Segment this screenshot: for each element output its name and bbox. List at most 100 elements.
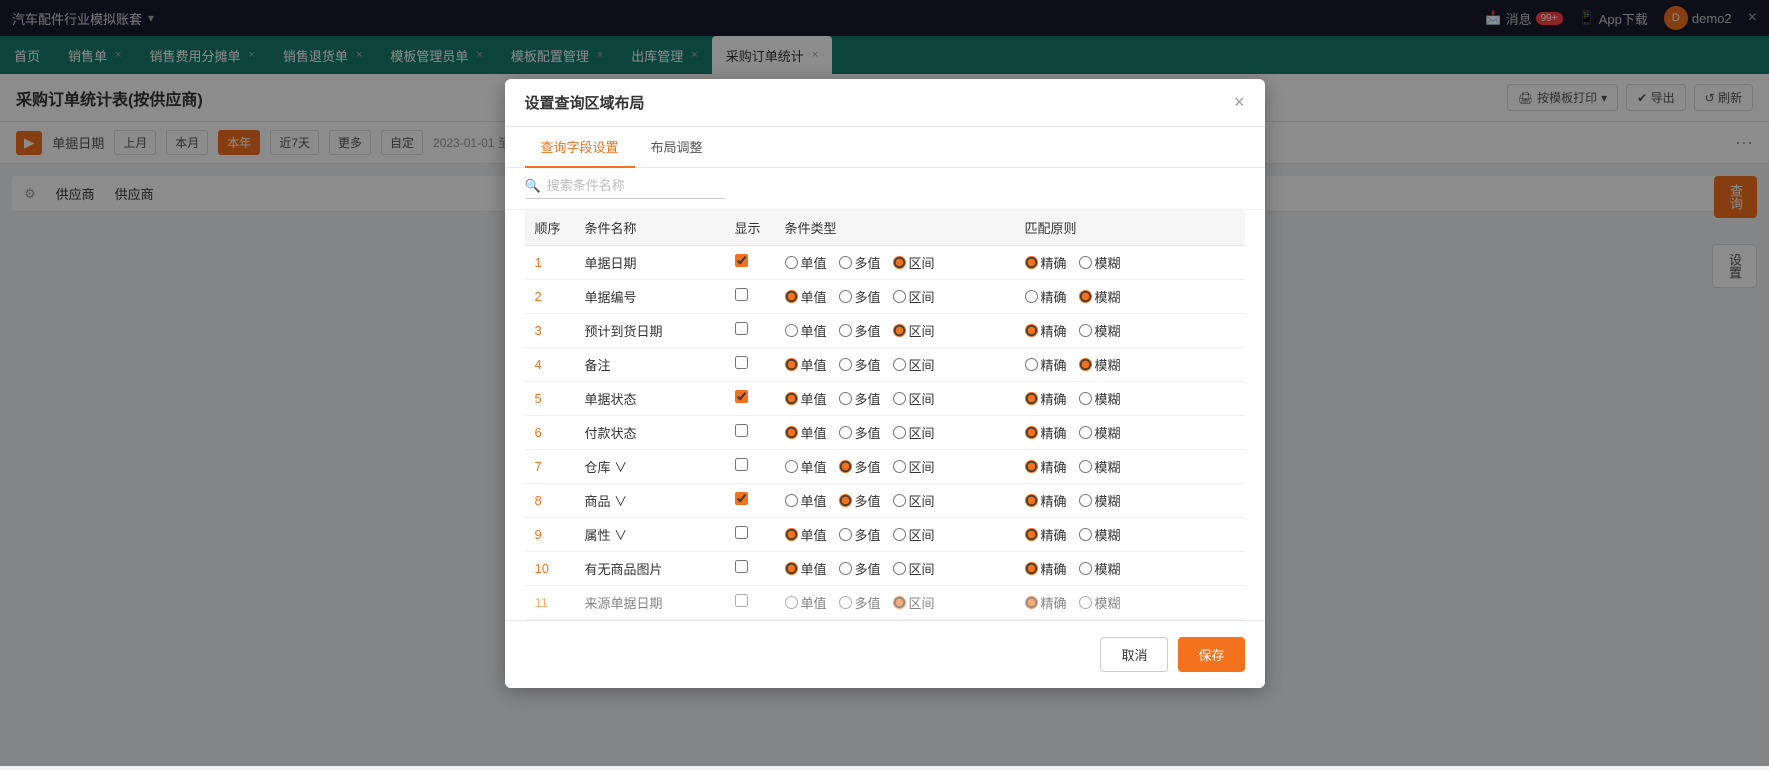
type-radio-多值[interactable]: 多值 xyxy=(839,457,881,476)
cell-type: 单值多值区间 xyxy=(775,415,1015,449)
match-radio-精确[interactable]: 精确 xyxy=(1025,593,1067,612)
modal-table-wrap: 顺序 条件名称 显示 条件类型 匹配原则 1单据日期单值多值区间精确模糊2单据编… xyxy=(525,210,1245,620)
cell-name: 单据日期 xyxy=(575,245,725,279)
match-radio-精确[interactable]: 精确 xyxy=(1025,287,1067,306)
type-radio-单值[interactable]: 单值 xyxy=(785,457,827,476)
match-radio-模糊[interactable]: 模糊 xyxy=(1079,525,1121,544)
match-radio-精确[interactable]: 精确 xyxy=(1025,389,1067,408)
match-radio-精确[interactable]: 精确 xyxy=(1025,457,1067,476)
type-radio-单值[interactable]: 单值 xyxy=(785,593,827,612)
type-radio-区间[interactable]: 区间 xyxy=(893,525,935,544)
conditions-table: 顺序 条件名称 显示 条件类型 匹配原则 1单据日期单值多值区间精确模糊2单据编… xyxy=(525,210,1245,620)
modal-close-button[interactable]: × xyxy=(1234,93,1245,111)
table-row: 4备注单值多值区间精确模糊 xyxy=(525,347,1245,381)
cell-order: 10 xyxy=(525,551,575,585)
type-radio-多值[interactable]: 多值 xyxy=(839,355,881,374)
type-radio-多值[interactable]: 多值 xyxy=(839,559,881,578)
cell-order: 6 xyxy=(525,415,575,449)
match-radio-模糊[interactable]: 模糊 xyxy=(1079,559,1121,578)
type-radio-单值[interactable]: 单值 xyxy=(785,525,827,544)
match-radio-模糊[interactable]: 模糊 xyxy=(1079,593,1121,612)
th-name: 条件名称 xyxy=(575,210,725,246)
type-radio-区间[interactable]: 区间 xyxy=(893,389,935,408)
display-checkbox[interactable] xyxy=(735,458,748,471)
cell-match: 精确模糊 xyxy=(1015,585,1245,619)
display-checkbox[interactable] xyxy=(735,424,748,437)
display-checkbox[interactable] xyxy=(735,560,748,573)
cell-display xyxy=(725,551,775,585)
display-checkbox[interactable] xyxy=(735,254,748,267)
cell-match: 精确模糊 xyxy=(1015,245,1245,279)
type-radio-单值[interactable]: 单值 xyxy=(785,253,827,272)
type-radio-单值[interactable]: 单值 xyxy=(785,559,827,578)
modal-footer: 取消 保存 xyxy=(505,620,1265,688)
type-radio-区间[interactable]: 区间 xyxy=(893,287,935,306)
type-radio-多值[interactable]: 多值 xyxy=(839,389,881,408)
match-radio-模糊[interactable]: 模糊 xyxy=(1079,321,1121,340)
search-input[interactable] xyxy=(547,178,707,193)
match-radio-模糊[interactable]: 模糊 xyxy=(1079,423,1121,442)
tab-query-fields[interactable]: 查询字段设置 xyxy=(525,127,635,168)
match-radio-精确[interactable]: 精确 xyxy=(1025,321,1067,340)
type-radio-多值[interactable]: 多值 xyxy=(839,253,881,272)
match-radio-精确[interactable]: 精确 xyxy=(1025,491,1067,510)
display-checkbox[interactable] xyxy=(735,322,748,335)
match-radio-精确[interactable]: 精确 xyxy=(1025,423,1067,442)
match-radio-精确[interactable]: 精确 xyxy=(1025,253,1067,272)
table-row: 11来源单据日期单值多值区间精确模糊 xyxy=(525,585,1245,619)
display-checkbox[interactable] xyxy=(735,492,748,505)
cell-type: 单值多值区间 xyxy=(775,381,1015,415)
type-radio-单值[interactable]: 单值 xyxy=(785,491,827,510)
cancel-button[interactable]: 取消 xyxy=(1100,637,1168,672)
match-radio-模糊[interactable]: 模糊 xyxy=(1079,389,1121,408)
match-radio-模糊[interactable]: 模糊 xyxy=(1079,287,1121,306)
type-radio-单值[interactable]: 单值 xyxy=(785,287,827,306)
match-radio-模糊[interactable]: 模糊 xyxy=(1079,253,1121,272)
type-radio-区间[interactable]: 区间 xyxy=(893,559,935,578)
match-radio-精确[interactable]: 精确 xyxy=(1025,525,1067,544)
match-radio-模糊[interactable]: 模糊 xyxy=(1079,491,1121,510)
tab-layout-adjust[interactable]: 布局调整 xyxy=(635,127,719,168)
cell-name: 单据编号 xyxy=(575,279,725,313)
type-radio-多值[interactable]: 多值 xyxy=(839,321,881,340)
cell-match: 精确模糊 xyxy=(1015,517,1245,551)
save-button[interactable]: 保存 xyxy=(1178,637,1244,672)
cell-match: 精确模糊 xyxy=(1015,347,1245,381)
display-checkbox[interactable] xyxy=(735,526,748,539)
cell-type: 单值多值区间 xyxy=(775,347,1015,381)
type-radio-多值[interactable]: 多值 xyxy=(839,525,881,544)
th-type: 条件类型 xyxy=(775,210,1015,246)
th-match: 匹配原则 xyxy=(1015,210,1245,246)
type-radio-单值[interactable]: 单值 xyxy=(785,321,827,340)
type-radio-区间[interactable]: 区间 xyxy=(893,253,935,272)
type-radio-区间[interactable]: 区间 xyxy=(893,423,935,442)
display-checkbox[interactable] xyxy=(735,356,748,369)
settings-modal: 设置查询区域布局 × 查询字段设置 布局调整 🔍 顺序 条件名称 显示 xyxy=(505,79,1265,688)
table-header-row: 顺序 条件名称 显示 条件类型 匹配原则 xyxy=(525,210,1245,246)
display-checkbox[interactable] xyxy=(735,288,748,301)
cell-match: 精确模糊 xyxy=(1015,313,1245,347)
match-radio-模糊[interactable]: 模糊 xyxy=(1079,355,1121,374)
cell-type: 单值多值区间 xyxy=(775,551,1015,585)
cell-display xyxy=(725,313,775,347)
display-checkbox[interactable] xyxy=(735,594,748,607)
type-radio-区间[interactable]: 区间 xyxy=(893,321,935,340)
type-radio-单值[interactable]: 单值 xyxy=(785,423,827,442)
cell-display xyxy=(725,517,775,551)
type-radio-多值[interactable]: 多值 xyxy=(839,423,881,442)
type-radio-单值[interactable]: 单值 xyxy=(785,389,827,408)
type-radio-单值[interactable]: 单值 xyxy=(785,355,827,374)
type-radio-多值[interactable]: 多值 xyxy=(839,593,881,612)
match-radio-精确[interactable]: 精确 xyxy=(1025,355,1067,374)
type-radio-区间[interactable]: 区间 xyxy=(893,457,935,476)
type-radio-区间[interactable]: 区间 xyxy=(893,355,935,374)
cell-order: 3 xyxy=(525,313,575,347)
match-radio-精确[interactable]: 精确 xyxy=(1025,559,1067,578)
type-radio-多值[interactable]: 多值 xyxy=(839,287,881,306)
type-radio-区间[interactable]: 区间 xyxy=(893,593,935,612)
match-radio-模糊[interactable]: 模糊 xyxy=(1079,457,1121,476)
type-radio-多值[interactable]: 多值 xyxy=(839,491,881,510)
cell-type: 单值多值区间 xyxy=(775,245,1015,279)
type-radio-区间[interactable]: 区间 xyxy=(893,491,935,510)
display-checkbox[interactable] xyxy=(735,390,748,403)
